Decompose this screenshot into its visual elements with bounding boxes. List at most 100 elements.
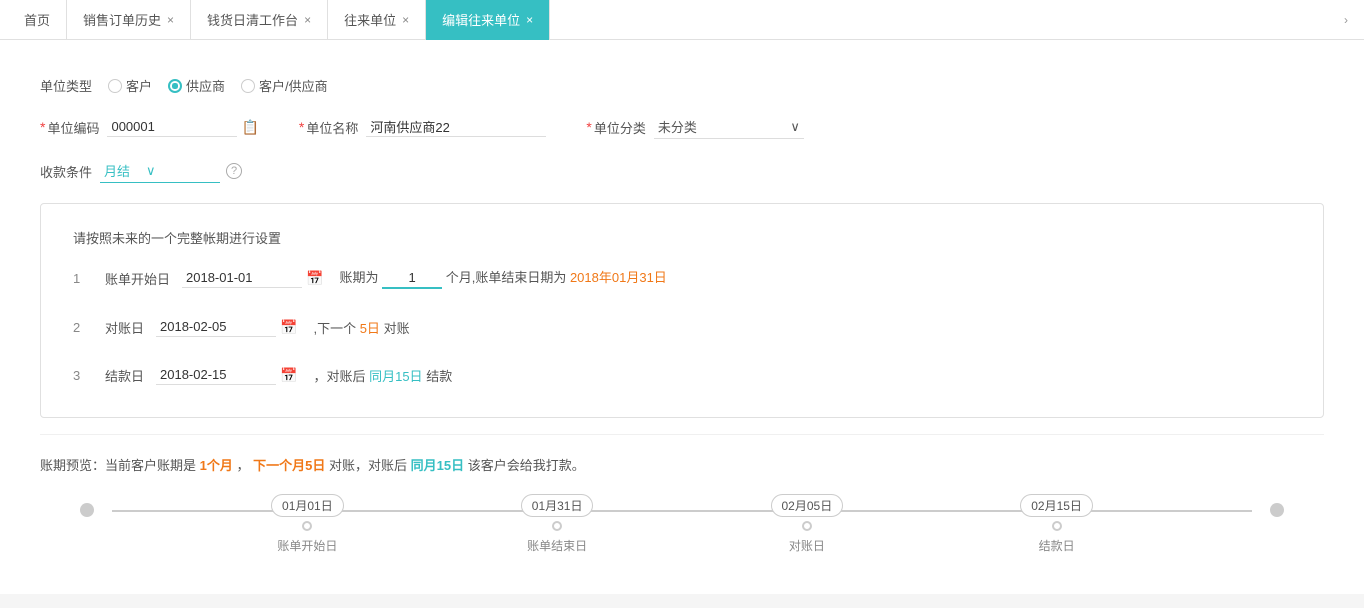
category-field-group: * 单位分类 未分类 ∨	[586, 115, 803, 139]
period-num-1: 1	[73, 271, 93, 286]
tab-edit-partner[interactable]: 编辑往来单位 ×	[426, 0, 550, 40]
period-row-2: 2 对账日 📅 ,下一个 5日 对账	[73, 317, 1291, 337]
payment-dropdown-arrow: ∨	[146, 163, 156, 179]
payment-label: 收款条件	[40, 162, 92, 181]
preview-middle2: 对账，对账后	[329, 458, 407, 473]
period-cal-icon-3[interactable]: 📅	[280, 367, 297, 384]
period-row-1: 1 账单开始日 📅 账期为 个月,账单结束日期为 2018年01月31日	[73, 267, 1291, 289]
period-desc-suffix-1: 个月,账单结束日期为	[446, 270, 570, 285]
period-desc-suffix-2: 对账	[384, 321, 410, 336]
period-months-input[interactable]	[382, 268, 442, 289]
tab-cash-work-close[interactable]: ×	[304, 13, 311, 27]
code-required-star: *	[40, 119, 45, 135]
category-value: 未分类	[658, 117, 697, 136]
period-cal-icon-2[interactable]: 📅	[280, 319, 297, 336]
period-num-3: 3	[73, 368, 93, 383]
code-name-category-row: * 单位编码 📋 * 单位名称 * 单位分类 未分类 ∨	[40, 115, 1324, 139]
tab-partner[interactable]: 往来单位 ×	[328, 0, 426, 40]
period-desc-prefix-3: ，对账后	[313, 369, 365, 384]
dot-2	[552, 521, 562, 531]
timeline-label-3: 02月05日	[771, 494, 844, 517]
timeline-start-dot	[80, 494, 94, 517]
category-dropdown-arrow: ∨	[790, 119, 800, 135]
timeline-label-2: 01月31日	[521, 494, 594, 517]
period-desc-suffix-3: 结款	[426, 369, 452, 384]
tabs-scroll-right[interactable]: ›	[1336, 13, 1356, 27]
radio-customer-label: 客户	[126, 76, 152, 95]
timeline-sublabel-3: 对账日	[789, 537, 825, 554]
timeline-label-4: 02月15日	[1020, 494, 1093, 517]
period-field-label-2: 对账日	[105, 318, 144, 337]
timeline-point-4: 02月15日 结款日	[1020, 494, 1093, 554]
tab-sales-history[interactable]: 销售订单历史 ×	[67, 0, 191, 40]
payment-help-icon[interactable]: ?	[226, 163, 242, 179]
preview-suffix: 该客户会给我打款。	[468, 458, 585, 473]
period-desc-2: ,下一个 5日 对账	[313, 318, 409, 337]
timeline-point-2: 01月31日 账单结束日	[521, 494, 594, 554]
code-field-group: * 单位编码 📋	[40, 117, 259, 137]
period-desc-prefix-2: ,下一个	[313, 321, 356, 336]
tab-cash-work[interactable]: 钱货日清工作台 ×	[191, 0, 328, 40]
period-end-date-highlight: 2018年01月31日	[570, 270, 667, 285]
dot-start	[80, 503, 94, 517]
timeline-sublabel-4: 结款日	[1039, 537, 1075, 554]
timeline-sublabel-2: 账单结束日	[527, 537, 587, 554]
code-calendar-icon[interactable]: 📋	[241, 119, 258, 136]
unit-type-label: 单位类型	[40, 76, 92, 95]
tab-home-label: 首页	[24, 10, 50, 29]
preview-middle1: ，	[237, 458, 250, 473]
preview-text: 账期预览：当前客户账期是 1个月 ， 下一个月5日 对账，对账后 同月15日 该…	[40, 455, 1324, 474]
preview-section: 账期预览：当前客户账期是 1个月 ， 下一个月5日 对账，对账后 同月15日 该…	[40, 434, 1324, 594]
period-date-input-3[interactable]	[156, 365, 276, 385]
radio-both[interactable]: 客户/供应商	[241, 76, 328, 95]
period-date-input-2[interactable]	[156, 317, 276, 337]
radio-supplier-label: 供应商	[186, 76, 225, 95]
timeline-points: 01月01日 账单开始日 01月31日 账单结束日 02月05日	[80, 494, 1284, 554]
tab-partner-close[interactable]: ×	[402, 13, 409, 27]
tab-edit-partner-label: 编辑往来单位	[442, 10, 520, 29]
timeline-point-1: 01月01日 账单开始日	[271, 494, 344, 554]
name-input[interactable]	[366, 117, 546, 137]
period-row-3: 3 结款日 📅 ，对账后 同月15日 结款	[73, 365, 1291, 385]
tab-home[interactable]: 首页	[8, 0, 67, 40]
radio-supplier[interactable]: 供应商	[168, 76, 225, 95]
radio-both-label: 客户/供应商	[259, 76, 328, 95]
period-box: 请按照未来的一个完整帐期进行设置 1 账单开始日 📅 账期为 个月,账单结束日期…	[40, 203, 1324, 418]
tab-cash-work-label: 钱货日清工作台	[207, 10, 298, 29]
radio-customer[interactable]: 客户	[108, 76, 152, 95]
timeline-label-1: 01月01日	[271, 494, 344, 517]
category-dropdown[interactable]: 未分类 ∨	[654, 115, 804, 139]
payment-row: 收款条件 月结 ∨ ?	[40, 159, 1324, 183]
dot-1	[302, 521, 312, 531]
unit-type-row: 单位类型 客户 供应商 客户/供应商	[40, 76, 1324, 95]
dot-4	[1052, 521, 1062, 531]
radio-both-circle	[241, 79, 255, 93]
timeline-wrapper: 01月01日 账单开始日 01月31日 账单结束日 02月05日	[40, 494, 1324, 594]
radio-supplier-circle	[168, 79, 182, 93]
unit-type-radio-group: 客户 供应商 客户/供应商	[108, 76, 328, 95]
dot-3	[802, 521, 812, 531]
tab-edit-partner-close[interactable]: ×	[526, 13, 533, 27]
period-desc-highlight-3: 同月15日	[369, 369, 422, 384]
category-label: 单位分类	[594, 118, 646, 137]
period-num-2: 2	[73, 320, 93, 335]
preview-label: 账期预览：当前客户账期是	[40, 458, 196, 473]
name-label: 单位名称	[306, 118, 358, 137]
payment-value: 月结	[104, 161, 130, 180]
tab-sales-history-label: 销售订单历史	[83, 10, 161, 29]
period-desc-highlight-2: 5日	[360, 321, 380, 336]
period-cal-icon-1[interactable]: 📅	[306, 270, 323, 287]
dot-end	[1270, 503, 1284, 517]
page-wrapper: 首页 销售订单历史 × 钱货日清工作台 × 往来单位 × 编辑往来单位 × › …	[0, 0, 1364, 608]
period-desc-prefix-1: 账期为	[339, 270, 378, 285]
period-title: 请按照未来的一个完整帐期进行设置	[73, 228, 1291, 247]
tab-sales-history-close[interactable]: ×	[167, 13, 174, 27]
period-desc-1: 账期为 个月,账单结束日期为 2018年01月31日	[339, 267, 666, 289]
code-input[interactable]	[107, 117, 237, 137]
period-date-input-1[interactable]	[182, 268, 302, 288]
code-label: 单位编码	[47, 118, 99, 137]
payment-dropdown[interactable]: 月结 ∨	[100, 159, 220, 183]
tab-partner-label: 往来单位	[344, 10, 396, 29]
preview-part1: 1个月	[200, 458, 233, 473]
timeline-point-3: 02月05日 对账日	[771, 494, 844, 554]
